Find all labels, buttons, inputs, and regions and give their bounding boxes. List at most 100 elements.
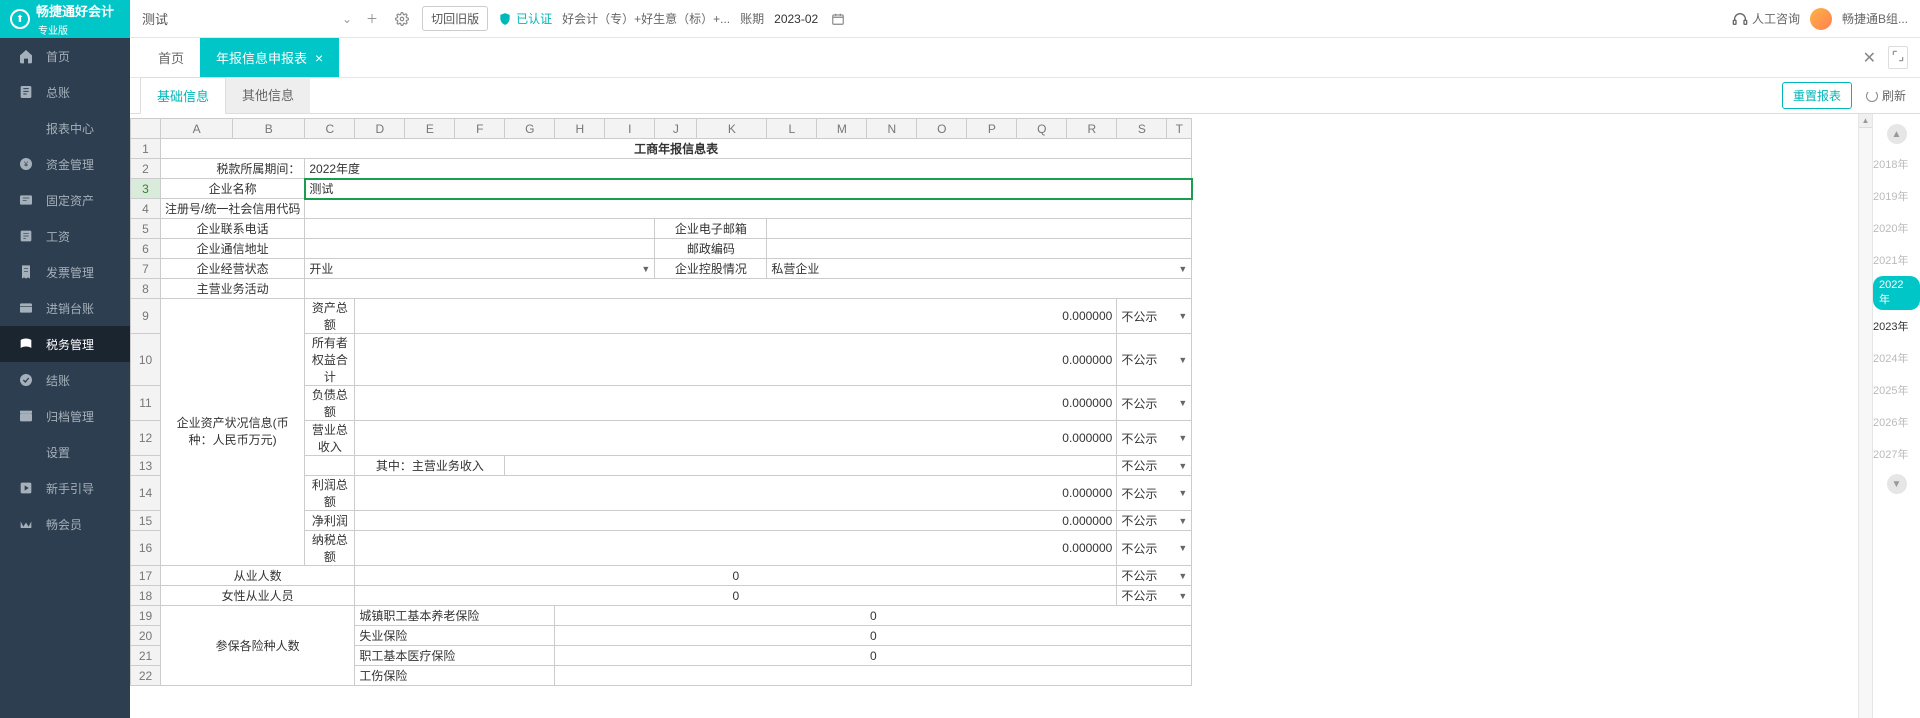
- sidebar-item-ledger[interactable]: 总账: [0, 74, 130, 110]
- avatar[interactable]: [1810, 8, 1832, 30]
- col-header[interactable]: S: [1117, 119, 1167, 139]
- year-up-icon[interactable]: ▲: [1887, 124, 1907, 144]
- col-header[interactable]: A: [161, 119, 233, 139]
- dropdown[interactable]: 不公示▼: [1121, 430, 1187, 447]
- row-header[interactable]: 15: [131, 511, 161, 531]
- switch-old-button[interactable]: 切回旧版: [422, 6, 488, 31]
- row-header[interactable]: 17: [131, 566, 161, 586]
- gear-icon[interactable]: [392, 9, 412, 29]
- row-header[interactable]: 8: [131, 279, 161, 299]
- row-header[interactable]: 13: [131, 456, 161, 476]
- sidebar-item-guide[interactable]: 新手引导: [0, 470, 130, 506]
- row-header[interactable]: 22: [131, 666, 161, 686]
- row-header[interactable]: 2: [131, 159, 161, 179]
- fin-value[interactable]: 0.000000: [355, 386, 1117, 421]
- expand-icon[interactable]: [1888, 46, 1908, 69]
- subtab-0[interactable]: 基础信息: [140, 77, 226, 114]
- human-service-link[interactable]: 人工咨询: [1732, 10, 1800, 27]
- row-header[interactable]: 12: [131, 421, 161, 456]
- sidebar-item-archive[interactable]: 归档管理: [0, 398, 130, 434]
- reg-no-input[interactable]: [305, 199, 1192, 219]
- col-header[interactable]: E: [405, 119, 455, 139]
- col-header[interactable]: N: [867, 119, 917, 139]
- company-name-input[interactable]: 测试: [305, 179, 1192, 199]
- dropdown[interactable]: 不公示▼: [1121, 512, 1187, 529]
- sidebar-item-chart[interactable]: 报表中心: [0, 110, 130, 146]
- sidebar-item-inout[interactable]: 进销台账: [0, 290, 130, 326]
- row-header[interactable]: 4: [131, 199, 161, 219]
- year-option[interactable]: 2021年: [1873, 244, 1920, 276]
- row-header[interactable]: 9: [131, 299, 161, 334]
- col-header[interactable]: T: [1167, 119, 1192, 139]
- col-header[interactable]: P: [967, 119, 1017, 139]
- username[interactable]: 畅捷通B组...: [1842, 10, 1908, 27]
- row-header[interactable]: 18: [131, 586, 161, 606]
- calendar-icon[interactable]: [828, 9, 848, 29]
- sidebar-item-home[interactable]: 首页: [0, 38, 130, 74]
- dropdown[interactable]: 不公示▼: [1121, 457, 1187, 474]
- plus-icon[interactable]: ＋: [362, 9, 382, 29]
- year-option[interactable]: 2027年: [1873, 438, 1920, 470]
- dropdown[interactable]: 不公示▼: [1121, 308, 1187, 325]
- col-header[interactable]: G: [505, 119, 555, 139]
- tab-1[interactable]: 年报信息申报表×: [200, 38, 339, 77]
- sidebar-item-member[interactable]: 畅会员: [0, 506, 130, 542]
- year-down-icon[interactable]: ▼: [1887, 474, 1907, 494]
- spreadsheet[interactable]: ABCDEFGHIJKLMNOPQRST1工商年报信息表2税款所属期间：2022…: [130, 114, 1858, 718]
- fin-value[interactable]: 0.000000: [355, 299, 1117, 334]
- col-header[interactable]: M: [817, 119, 867, 139]
- row-header[interactable]: 5: [131, 219, 161, 239]
- vertical-scrollbar[interactable]: ▲: [1858, 114, 1872, 718]
- tab-0[interactable]: 首页: [142, 38, 200, 77]
- col-header[interactable]: F: [455, 119, 505, 139]
- sidebar-item-invoice[interactable]: 发票管理: [0, 254, 130, 290]
- reset-report-button[interactable]: 重置报表: [1782, 82, 1852, 109]
- dropdown[interactable]: 私营企业▼: [771, 260, 1187, 277]
- fin-value[interactable]: 0.000000: [355, 476, 1117, 511]
- year-option[interactable]: 2023年: [1873, 310, 1920, 342]
- row-header[interactable]: 7: [131, 259, 161, 279]
- row-header[interactable]: 20: [131, 626, 161, 646]
- dropdown[interactable]: 不公示▼: [1121, 540, 1187, 557]
- year-option[interactable]: 2026年: [1873, 406, 1920, 438]
- dropdown[interactable]: 不公示▼: [1121, 351, 1187, 368]
- tab-close-icon[interactable]: ×: [315, 50, 323, 66]
- row-header[interactable]: 19: [131, 606, 161, 626]
- row-header[interactable]: 3: [131, 179, 161, 199]
- fin-value[interactable]: 0.000000: [355, 511, 1117, 531]
- col-header[interactable]: H: [555, 119, 605, 139]
- col-header[interactable]: R: [1067, 119, 1117, 139]
- sidebar-item-settings[interactable]: 设置: [0, 434, 130, 470]
- dropdown[interactable]: 开业▼: [309, 260, 650, 277]
- dropdown[interactable]: 不公示▼: [1121, 395, 1187, 412]
- period-value[interactable]: 2023-02: [774, 12, 818, 26]
- sidebar-item-close[interactable]: 结账: [0, 362, 130, 398]
- sidebar-item-money[interactable]: ¥资金管理: [0, 146, 130, 182]
- year-option[interactable]: 2019年: [1873, 180, 1920, 212]
- sidebar-item-asset[interactable]: 固定资产: [0, 182, 130, 218]
- sidebar-item-tax[interactable]: 税务管理: [0, 326, 130, 362]
- col-header[interactable]: J: [655, 119, 697, 139]
- row-header[interactable]: 1: [131, 139, 161, 159]
- sidebar-item-salary[interactable]: 工资: [0, 218, 130, 254]
- col-header[interactable]: L: [767, 119, 817, 139]
- col-header[interactable]: Q: [1017, 119, 1067, 139]
- subtab-1[interactable]: 其他信息: [226, 77, 310, 113]
- col-header[interactable]: B: [233, 119, 305, 139]
- row-header[interactable]: 21: [131, 646, 161, 666]
- company-selector[interactable]: [142, 6, 332, 32]
- close-all-tabs-icon[interactable]: ✕: [1863, 48, 1876, 68]
- col-header[interactable]: K: [697, 119, 767, 139]
- chevron-down-icon[interactable]: ⌄: [342, 12, 352, 26]
- fin-value[interactable]: 0.000000: [355, 421, 1117, 456]
- row-header[interactable]: 14: [131, 476, 161, 511]
- row-header[interactable]: 10: [131, 334, 161, 386]
- dropdown[interactable]: 不公示▼: [1121, 485, 1187, 502]
- year-option[interactable]: 2022年: [1873, 276, 1920, 310]
- refresh-button[interactable]: 刷新: [1866, 87, 1906, 104]
- fin-value[interactable]: 0.000000: [355, 531, 1117, 566]
- col-header[interactable]: O: [917, 119, 967, 139]
- row-header[interactable]: 16: [131, 531, 161, 566]
- year-option[interactable]: 2025年: [1873, 374, 1920, 406]
- row-header[interactable]: 11: [131, 386, 161, 421]
